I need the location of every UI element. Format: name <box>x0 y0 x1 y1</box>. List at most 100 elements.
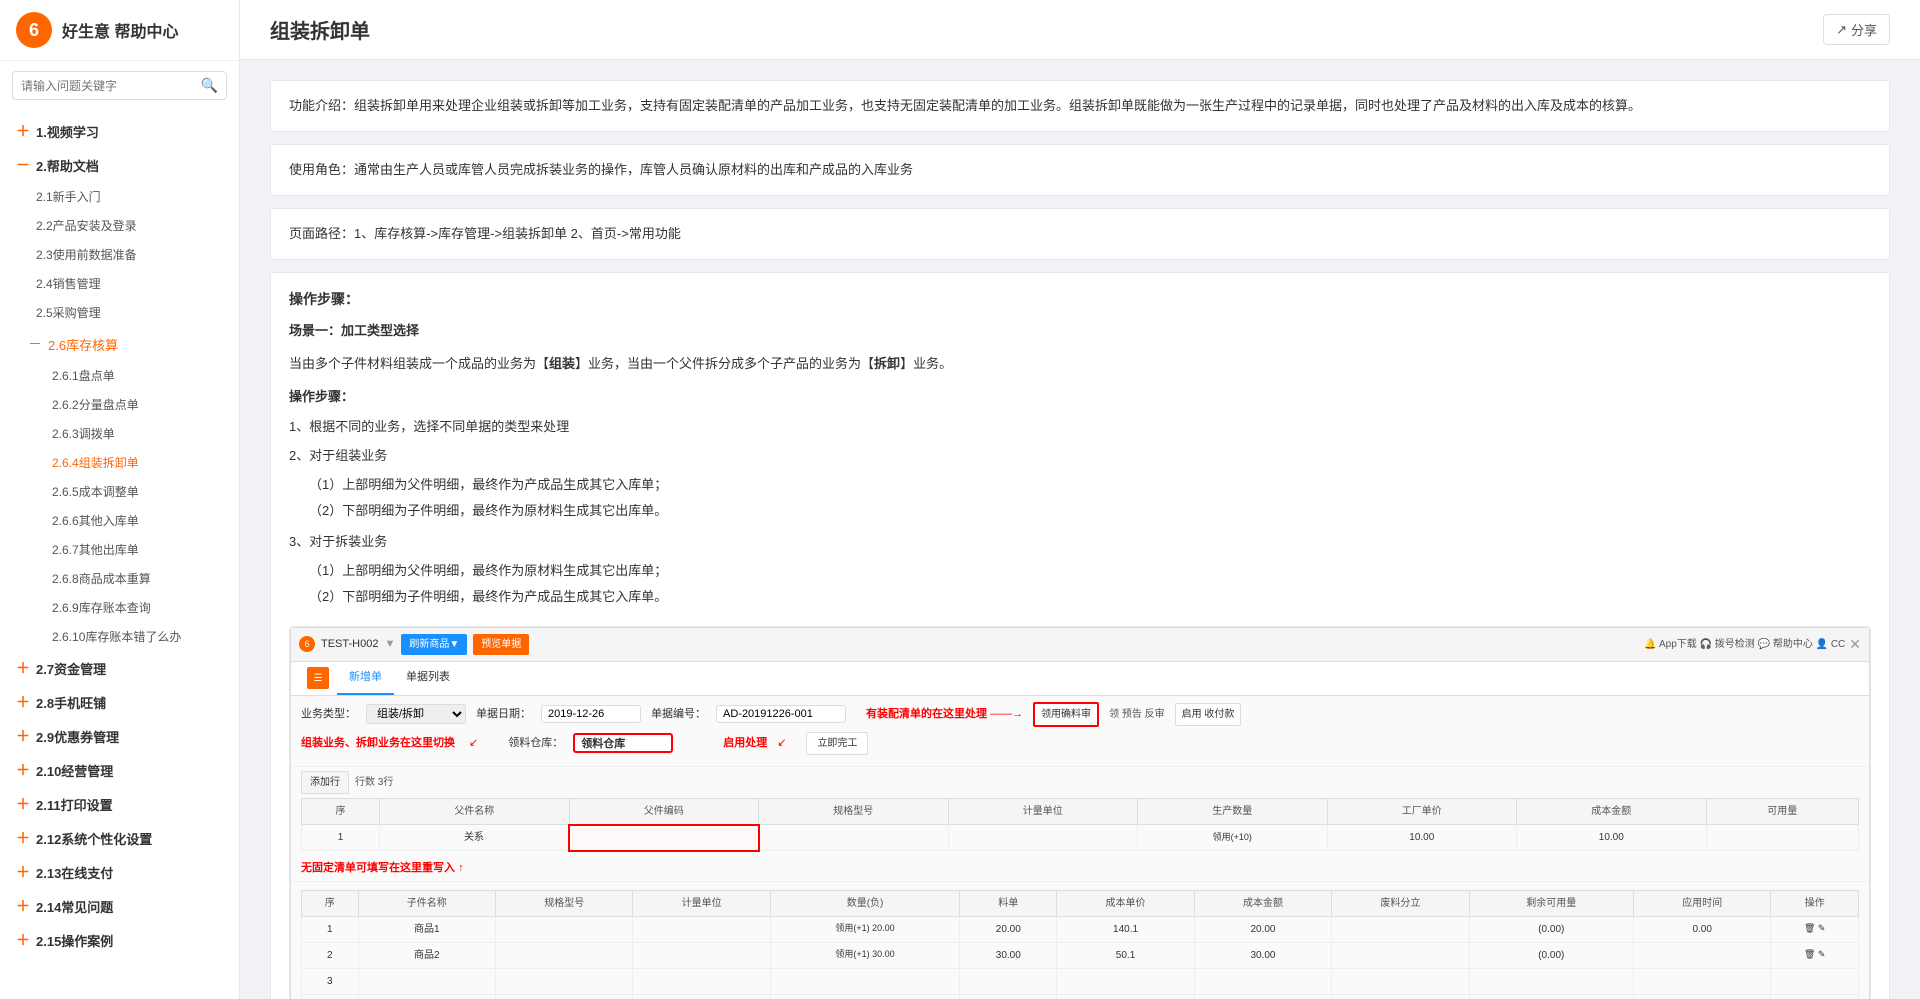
sidebar-item-2.2[interactable]: 2.2产品安装及登录 <box>0 211 239 240</box>
mock-lower-row: 1 商品1 领用(+1) 20.00 20.00 140.1 20.00 <box>302 916 1859 942</box>
mock-lower-table-container: 序 子件名称 规格型号 计量单位 数量(负) 料单 成本单价 成本金额 <box>291 881 1869 999</box>
step3-1: （1）上部明细为父件明细，最终作为原材料生成其它出库单； <box>289 559 1871 584</box>
mock-lower-row: 4 <box>302 994 1859 999</box>
nav-tree: ＋ 1.视频学习 － 2.帮助文档 2.1新手入门 2.2产品安装及登录 2.3… <box>0 110 239 999</box>
sidebar-item-2.6.2[interactable]: 2.6.2分量盘点单 <box>0 390 239 419</box>
sidebar-item-2.6.8[interactable]: 2.6.8商品成本重算 <box>0 564 239 593</box>
step-content: 场景一：加工类型选择 当由多个子件材料组装成一个成品的业务为【组装】业务，当由一… <box>289 319 1871 999</box>
mock-confirm-btn[interactable]: 领用确料审 <box>1033 702 1099 727</box>
mock-ann1-label: 有装配清单的在这里处理 <box>866 708 987 720</box>
scene-desc: 当由多个子件材料组装成一个成品的业务为【组装】业务，当由一个父件拆分成多个子产品… <box>289 352 1871 377</box>
minus-icon-2.6: － <box>28 334 42 354</box>
ann1-arrow: ——→ <box>990 708 1023 720</box>
mock-app-wrapper: 6 TEST-H002 ▼ 刷新商品▼ 预览单据 🔔 App下载 🎧 拨号检测 … <box>290 627 1870 999</box>
step2-1: （1）上部明细为父件明细，最终作为产成品生成其它入库单； <box>289 473 1871 498</box>
mock-tab-new[interactable]: 新增单 <box>337 662 394 695</box>
sidebar-item-2.1[interactable]: 2.1新手入门 <box>0 182 239 211</box>
intro-block: 功能介绍：组装拆卸单用来处理企业组装或拆卸等加工业务，支持有固定装配清单的产品加… <box>270 80 1890 132</box>
sidebar-item-2.6.3[interactable]: 2.6.3调拨单 <box>0 419 239 448</box>
step3-2: （2）下部明细为子件明细，最终作为产成品生成其它入库单。 <box>289 585 1871 610</box>
sidebar-item-2.4[interactable]: 2.4销售管理 <box>0 269 239 298</box>
mock-tab-list[interactable]: 单据列表 <box>394 662 462 695</box>
sidebar-item-docs[interactable]: － 2.帮助文档 <box>0 148 239 182</box>
sidebar-item-2.7[interactable]: ＋ 2.7资金管理 <box>0 651 239 685</box>
screenshot-container: 6 TEST-H002 ▼ 刷新商品▼ 预览单据 🔔 App下载 🎧 拨号检测 … <box>289 626 1871 999</box>
search-icon[interactable]: 🔍 <box>201 77 218 94</box>
sidebar-item-2.10[interactable]: ＋ 2.10经营管理 <box>0 753 239 787</box>
sidebar-item-2.9[interactable]: ＋ 2.9优惠券管理 <box>0 719 239 753</box>
mock-order-btn: 预览单据 <box>473 634 529 655</box>
sidebar-item-2.6.7[interactable]: 2.6.7其他出库单 <box>0 535 239 564</box>
sidebar-item-videos[interactable]: ＋ 1.视频学习 <box>0 114 239 148</box>
sidebar-item-2.11[interactable]: ＋ 2.11打印设置 <box>0 787 239 821</box>
share-icon: ↗ <box>1836 22 1847 38</box>
sidebar-item-2.6[interactable]: － 2.6库存核算 <box>0 327 239 361</box>
ann2-arrow: ↙ <box>469 733 478 754</box>
sidebar-item-2.15[interactable]: ＋ 2.15操作案例 <box>0 923 239 957</box>
page-title: 组装拆卸单 <box>270 15 370 44</box>
mock-upper-table: 序 父件名称 父件编码 规格型号 计量单位 生产数量 工厂单价 成本金额 <box>301 798 1859 852</box>
mock-form-row-2: 组装业务、拆卸业务在这里切换 ↙ 领料仓库： 启用处理 ↙ 立即完工 <box>301 732 1859 755</box>
mock-warehouse-input[interactable] <box>573 733 673 753</box>
sidebar-header: 6 好生意 帮助中心 <box>0 0 239 61</box>
main-header: 组装拆卸单 ↗ 分享 <box>240 0 1920 60</box>
mock-ann3-label: 启用处理 <box>723 733 767 754</box>
sidebar-item-2.12[interactable]: ＋ 2.12系统个性化设置 <box>0 821 239 855</box>
role-text: 使用角色：通常由生产人员或库管人员完成拆装业务的操作，库管人员确认原材料的出库和… <box>289 159 1871 181</box>
mock-order-input[interactable] <box>716 705 846 723</box>
path-text: 页面路径：1、库存核算->库存管理->组装拆卸单 2、首页->常用功能 <box>289 223 1871 245</box>
mock-ann2-label: 组装业务、拆卸业务在这里切换 <box>301 733 455 754</box>
mock-date-input[interactable] <box>541 705 641 723</box>
sidebar-item-2.6.6[interactable]: 2.6.6其他入库单 <box>0 506 239 535</box>
mock-other-btn[interactable]: 启用 收付款 <box>1175 703 1242 726</box>
steps-section: 操作步骤： 场景一：加工类型选择 当由多个子件材料组装成一个成品的业务为【组装】… <box>270 272 1890 999</box>
plus-icon: ＋ <box>16 121 30 141</box>
mock-tabs: ☰ 新增单 单据列表 <box>291 662 1869 696</box>
logo-icon: 6 <box>16 12 52 48</box>
step3: 3、对于拆装业务 <box>289 530 1871 555</box>
mock-lower-row: 2 商品2 领用(+1) 30.00 30.00 50.1 30.00 <box>302 942 1859 968</box>
sidebar-item-2.8[interactable]: ＋ 2.8手机旺铺 <box>0 685 239 719</box>
sidebar-item-2.6.10[interactable]: 2.6.10库存账本错了么办 <box>0 622 239 651</box>
mock-ann4-label: 无固定清单可填写在这里重写入 <box>301 862 455 874</box>
sidebar-item-2.6.4[interactable]: 2.6.4组装拆卸单 <box>0 448 239 477</box>
sidebar-item-2.6.9[interactable]: 2.6.9库存账本查询 <box>0 593 239 622</box>
mock-refresh-btn: 刷新商品▼ <box>401 634 467 655</box>
mock-upper-table-container: 添加行 行数 3行 序 父件名称 父件编码 <box>291 766 1869 856</box>
share-button[interactable]: ↗ 分享 <box>1823 14 1890 45</box>
sidebar: 6 好生意 帮助中心 🔍 ＋ 1.视频学习 － 2.帮助文档 2.1新手入门 2… <box>0 0 240 999</box>
mock-titlebar: 6 TEST-H002 ▼ 刷新商品▼ 预览单据 🔔 App下载 🎧 拨号检测 … <box>291 628 1869 662</box>
mock-app: 6 TEST-H002 ▼ 刷新商品▼ 预览单据 🔔 App下载 🎧 拨号检测 … <box>290 627 1870 999</box>
sidebar-item-2.13[interactable]: ＋ 2.13在线支付 <box>0 855 239 889</box>
step1: 1、根据不同的业务，选择不同单据的类型来处理 <box>289 415 1871 440</box>
mock-lower-table: 序 子件名称 规格型号 计量单位 数量(负) 料单 成本单价 成本金额 <box>301 890 1859 999</box>
mock-title: TEST-H002 <box>321 634 378 655</box>
mock-add-row-btn[interactable]: 添加行 <box>301 771 349 794</box>
step2-2: （2）下部明细为子件明细，最终作为原材料生成其它出库单。 <box>289 499 1871 524</box>
ops-steps-title2: 操作步骤： <box>289 385 1871 410</box>
intro-text: 功能介绍：组装拆卸单用来处理企业组装或拆卸等加工业务，支持有固定装配清单的产品加… <box>289 95 1871 117</box>
mock-process-type-select[interactable]: 组装/拆卸 <box>366 704 466 724</box>
mock-lower-row: 3 <box>302 968 1859 994</box>
mock-nav-icon[interactable]: ☰ <box>307 667 329 689</box>
mock-form-row-1: 业务类型： 组装/拆卸 单据日期： 单据编号： <box>301 702 1859 727</box>
path-block: 页面路径：1、库存核算->库存管理->组装拆卸单 2、首页->常用功能 <box>270 208 1890 260</box>
search-input[interactable] <box>21 79 201 93</box>
sidebar-item-2.6.1[interactable]: 2.6.1盘点单 <box>0 361 239 390</box>
mock-close-icon[interactable]: ✕ <box>1849 631 1861 658</box>
minus-icon: － <box>16 155 30 175</box>
app-title: 好生意 帮助中心 <box>62 18 178 42</box>
sidebar-item-2.5[interactable]: 2.5采购管理 <box>0 298 239 327</box>
content-body: 功能介绍：组装拆卸单用来处理企业组装或拆卸等加工业务，支持有固定装配清单的产品加… <box>240 60 1920 999</box>
search-box[interactable]: 🔍 <box>12 71 227 100</box>
mock-complete-btn[interactable]: 立即完工 <box>806 732 868 755</box>
main-content: 组装拆卸单 ↗ 分享 功能介绍：组装拆卸单用来处理企业组装或拆卸等加工业务，支持… <box>240 0 1920 999</box>
mock-form-area: 业务类型： 组装/拆卸 单据日期： 单据编号： <box>291 696 1869 766</box>
step2: 2、对于组装业务 <box>289 444 1871 469</box>
mock-logo: 6 <box>299 636 315 652</box>
sidebar-item-2.6.5[interactable]: 2.6.5成本调整单 <box>0 477 239 506</box>
role-block: 使用角色：通常由生产人员或库管人员完成拆装业务的操作，库管人员确认原材料的出库和… <box>270 144 1890 196</box>
ops-title: 操作步骤： <box>289 289 1871 309</box>
sidebar-item-2.3[interactable]: 2.3使用前数据准备 <box>0 240 239 269</box>
sidebar-item-2.14[interactable]: ＋ 2.14常见问题 <box>0 889 239 923</box>
